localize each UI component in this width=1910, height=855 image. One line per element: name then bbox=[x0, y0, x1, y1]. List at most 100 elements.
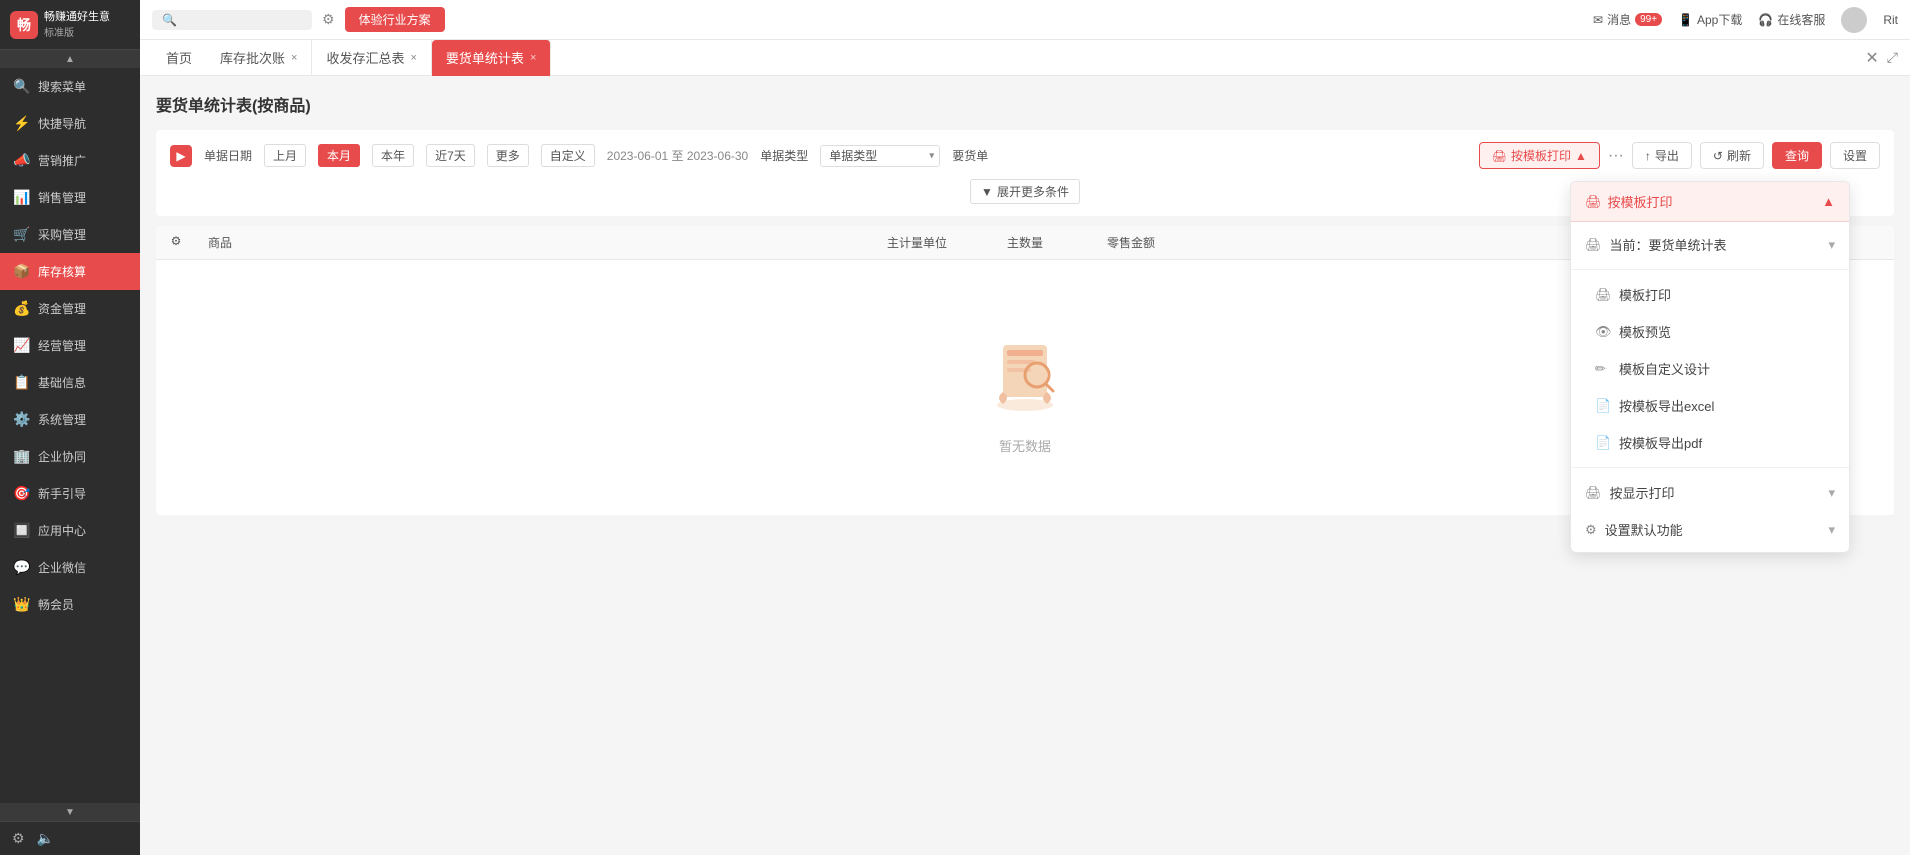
sidebar-item-label: 企业微信 bbox=[38, 559, 86, 576]
date-btn-more[interactable]: 更多 bbox=[487, 144, 529, 167]
trial-industry-btn[interactable]: 体验行业方案 bbox=[345, 7, 445, 32]
sidebar-item-quick-nav[interactable]: ⚡ 快捷导航 bbox=[0, 105, 140, 142]
current-template-chevron: ▾ bbox=[1828, 237, 1835, 253]
inventory-icon: 📦 bbox=[12, 263, 32, 280]
date-btn-7days[interactable]: 近7天 bbox=[426, 144, 475, 167]
sidebar: 畅 畅赚通好生意 标准版 ▲ 🔍 搜索菜单 ⚡ 快捷导航 📣 营销推广 📊 销售… bbox=[0, 0, 140, 855]
topbar: 🔍 ⚙ 体验行业方案 ✉ 消息 99+ 📱 App下载 🎧 在线客服 Rit bbox=[140, 0, 1910, 40]
tab-close-icon[interactable]: × bbox=[410, 52, 416, 64]
template-pdf-label: 按模板导出pdf bbox=[1619, 433, 1702, 452]
user-avatar[interactable] bbox=[1841, 7, 1867, 33]
print-template-btn[interactable]: 🖨 按模板打印 ▲ bbox=[1479, 142, 1600, 169]
sidebar-scroll-up[interactable]: ▲ bbox=[0, 50, 140, 68]
sidebar-item-marketing[interactable]: 📣 营销推广 bbox=[0, 142, 140, 179]
topbar-search-icon: 🔍 bbox=[162, 13, 177, 27]
display-print-icon: 🖨 bbox=[1585, 485, 1602, 501]
export-icon: ↑ bbox=[1645, 149, 1651, 163]
sidebar-scroll-down[interactable]: ▼ bbox=[0, 803, 140, 821]
sidebar-item-wechat[interactable]: 💬 企业微信 bbox=[0, 549, 140, 586]
settings-btn[interactable]: 设置 bbox=[1830, 142, 1880, 169]
type-select-wrapper: 单据类型 bbox=[820, 145, 940, 167]
speaker-footer-icon[interactable]: 🔈 bbox=[37, 830, 54, 847]
print-template-dropdown: 🖨 按模板打印 ▲ 🖨 当前：要货单统计表 ▾ 🖨 模板打 bbox=[1570, 181, 1850, 553]
quick-nav-icon: ⚡ bbox=[12, 115, 32, 132]
dropdown-current-template[interactable]: 🖨 当前：要货单统计表 ▾ bbox=[1571, 226, 1849, 263]
tab-home[interactable]: 首页 bbox=[152, 48, 206, 67]
dropdown-item-template-custom[interactable]: ✏ 模板自定义设计 bbox=[1571, 350, 1849, 387]
page-title: 要货单统计表(按商品) bbox=[156, 92, 1894, 116]
app-download-btn[interactable]: 📱 App下载 bbox=[1678, 11, 1742, 28]
tab-label: 收发存汇总表 bbox=[326, 48, 404, 67]
sidebar-item-purchase[interactable]: 🛒 采购管理 bbox=[0, 216, 140, 253]
template-custom-icon: ✏ bbox=[1595, 361, 1611, 377]
display-print-left: 🖨 按显示打印 bbox=[1585, 483, 1675, 502]
dropdown-set-default[interactable]: ⚙ 设置默认功能 ▾ bbox=[1571, 511, 1849, 548]
tab-close-all-btn[interactable]: ✕ bbox=[1865, 48, 1878, 68]
tab-receipt-summary[interactable]: 收发存汇总表 × bbox=[312, 40, 431, 76]
current-template-icon: 🖨 bbox=[1585, 237, 1602, 253]
topbar-gear-icon[interactable]: ⚙ bbox=[322, 11, 335, 28]
sidebar-item-member[interactable]: 👑 畅会员 bbox=[0, 586, 140, 623]
dropdown-item-template-preview[interactable]: 👁 模板预览 bbox=[1571, 313, 1849, 350]
finance-icon: 💰 bbox=[12, 300, 32, 317]
tab-close-active-icon[interactable]: × bbox=[530, 52, 536, 64]
display-print-chevron: ▾ bbox=[1828, 485, 1835, 501]
date-btn-last-month[interactable]: 上月 bbox=[264, 144, 306, 167]
dropdown-item-template-print[interactable]: 🖨 模板打印 bbox=[1571, 276, 1849, 313]
query-btn[interactable]: 查询 bbox=[1772, 142, 1822, 169]
tab-order-summary[interactable]: 要货单统计表 × bbox=[432, 40, 551, 76]
sidebar-item-guide[interactable]: 🎯 新手引导 bbox=[0, 475, 140, 512]
dropdown-item-template-pdf[interactable]: 📄 按模板导出pdf bbox=[1571, 424, 1849, 461]
empty-text: 暂无数据 bbox=[999, 436, 1051, 455]
date-btn-custom[interactable]: 自定义 bbox=[541, 144, 595, 167]
main-content: 🔍 ⚙ 体验行业方案 ✉ 消息 99+ 📱 App下载 🎧 在线客服 Rit bbox=[140, 0, 1910, 855]
sidebar-item-sales[interactable]: 📊 销售管理 bbox=[0, 179, 140, 216]
refresh-btn[interactable]: ↺ 刷新 bbox=[1700, 142, 1764, 169]
sidebar-item-label: 采购管理 bbox=[38, 226, 86, 243]
export-btn[interactable]: ↑ 导出 bbox=[1632, 142, 1692, 169]
date-btn-this-month[interactable]: 本月 bbox=[318, 144, 360, 167]
sidebar-item-label: 库存核算 bbox=[38, 263, 86, 280]
tab-batch-account[interactable]: 库存批次账 × bbox=[206, 40, 312, 76]
dropdown-item-template-excel[interactable]: 📄 按模板导出excel bbox=[1571, 387, 1849, 424]
sidebar-item-label: 新手引导 bbox=[38, 485, 86, 502]
dropdown-title-area: 🖨 按模板打印 bbox=[1585, 192, 1673, 211]
dropdown-collapse-icon[interactable]: ▲ bbox=[1822, 194, 1835, 209]
sidebar-item-search[interactable]: 🔍 搜索菜单 bbox=[0, 68, 140, 105]
tab-close-icon[interactable]: × bbox=[291, 52, 297, 64]
guide-icon: 🎯 bbox=[12, 485, 32, 502]
sidebar-item-system[interactable]: ⚙️ 系统管理 bbox=[0, 401, 140, 438]
type-select[interactable]: 单据类型 bbox=[820, 145, 940, 167]
online-support-btn[interactable]: 🎧 在线客服 bbox=[1758, 11, 1825, 28]
sidebar-item-enterprise[interactable]: 🏢 企业协同 bbox=[0, 438, 140, 475]
tab-expand-btn[interactable]: ⤢ bbox=[1887, 49, 1898, 66]
th-checkbox[interactable]: ⚙ bbox=[156, 234, 196, 251]
sidebar-logo: 畅 畅赚通好生意 标准版 bbox=[0, 0, 140, 50]
filter-arrow-btn[interactable]: ▶ bbox=[170, 145, 192, 167]
more-options-icon[interactable]: ··· bbox=[1608, 147, 1624, 165]
sidebar-item-inventory[interactable]: 📦 库存核算 bbox=[0, 253, 140, 290]
sidebar-item-operations[interactable]: 📈 经营管理 bbox=[0, 327, 140, 364]
tab-label: 库存批次账 bbox=[220, 48, 285, 67]
expand-more-btn[interactable]: ▼ 展开更多条件 bbox=[970, 179, 1080, 204]
topbar-actions: ✉ 消息 99+ 📱 App下载 🎧 在线客服 Rit bbox=[1593, 7, 1898, 33]
template-preview-label: 模板预览 bbox=[1619, 322, 1671, 341]
sidebar-item-label: 畅会员 bbox=[38, 596, 74, 613]
sidebar-item-basic[interactable]: 📋 基础信息 bbox=[0, 364, 140, 401]
messages-btn[interactable]: ✉ 消息 99+ bbox=[1593, 11, 1662, 28]
template-excel-label: 按模板导出excel bbox=[1619, 396, 1714, 415]
settings-footer-icon[interactable]: ⚙ bbox=[12, 830, 25, 847]
dropdown-header: 🖨 按模板打印 ▲ bbox=[1571, 182, 1849, 222]
sidebar-footer: ⚙ 🔈 bbox=[0, 821, 140, 855]
sidebar-nav: 🔍 搜索菜单 ⚡ 快捷导航 📣 营销推广 📊 销售管理 🛒 采购管理 📦 库存核… bbox=[0, 68, 140, 803]
sidebar-item-finance[interactable]: 💰 资金管理 bbox=[0, 290, 140, 327]
date-btn-this-year[interactable]: 本年 bbox=[372, 144, 414, 167]
sidebar-item-app-center[interactable]: 🔲 应用中心 bbox=[0, 512, 140, 549]
dropdown-display-print[interactable]: 🖨 按显示打印 ▾ bbox=[1571, 474, 1849, 511]
logo-name: 畅赚通好生意 bbox=[44, 10, 110, 24]
dropdown-printer-icon: 🖨 bbox=[1585, 194, 1602, 210]
topbar-search[interactable]: 🔍 bbox=[152, 10, 312, 30]
dropdown-divider-2 bbox=[1571, 467, 1849, 468]
th-product: 商品 bbox=[196, 234, 875, 251]
dropdown-title: 按模板打印 bbox=[1608, 192, 1673, 211]
